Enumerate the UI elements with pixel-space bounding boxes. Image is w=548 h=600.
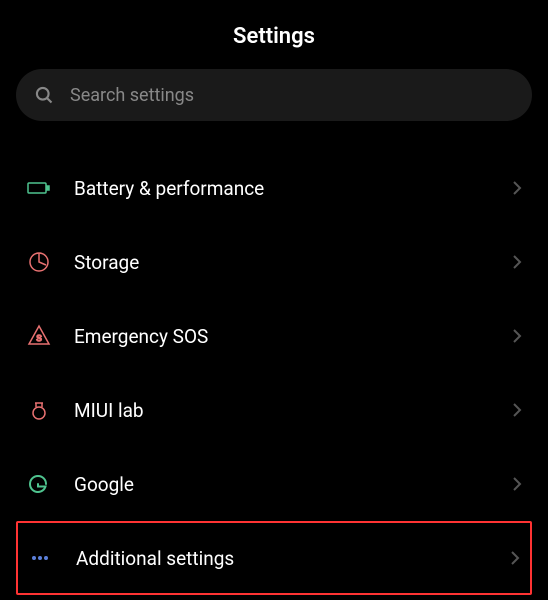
settings-item-label: Emergency SOS bbox=[74, 325, 512, 348]
header: Settings bbox=[0, 0, 548, 69]
settings-item-battery[interactable]: Battery & performance bbox=[16, 151, 532, 225]
settings-item-label: MIUI lab bbox=[74, 399, 512, 422]
battery-icon bbox=[26, 175, 74, 201]
storage-icon bbox=[26, 249, 74, 275]
chevron-right-icon bbox=[512, 254, 522, 270]
google-icon bbox=[26, 472, 74, 496]
settings-item-emergency[interactable]: S Emergency SOS bbox=[16, 299, 532, 373]
settings-item-miui-lab[interactable]: MIUI lab bbox=[16, 373, 532, 447]
settings-item-storage[interactable]: Storage bbox=[16, 225, 532, 299]
settings-item-google[interactable]: Google bbox=[16, 447, 532, 521]
search-icon bbox=[34, 85, 54, 105]
settings-item-label: Google bbox=[74, 473, 512, 496]
chevron-right-icon bbox=[512, 328, 522, 344]
search-placeholder: Search settings bbox=[70, 85, 194, 106]
svg-text:S: S bbox=[36, 334, 41, 343]
settings-item-label: Additional settings bbox=[76, 547, 510, 570]
page-title: Settings bbox=[0, 24, 548, 49]
settings-item-label: Storage bbox=[74, 251, 512, 274]
more-icon bbox=[28, 546, 76, 570]
chevron-right-icon bbox=[512, 180, 522, 196]
search-bar[interactable]: Search settings bbox=[16, 69, 532, 121]
settings-item-label: Battery & performance bbox=[74, 177, 512, 200]
lab-icon bbox=[26, 397, 74, 423]
chevron-right-icon bbox=[510, 550, 520, 566]
emergency-icon: S bbox=[26, 323, 74, 349]
settings-list: Battery & performance Storage S bbox=[0, 151, 548, 595]
chevron-right-icon bbox=[512, 402, 522, 418]
settings-item-additional[interactable]: Additional settings bbox=[16, 521, 532, 595]
chevron-right-icon bbox=[512, 476, 522, 492]
